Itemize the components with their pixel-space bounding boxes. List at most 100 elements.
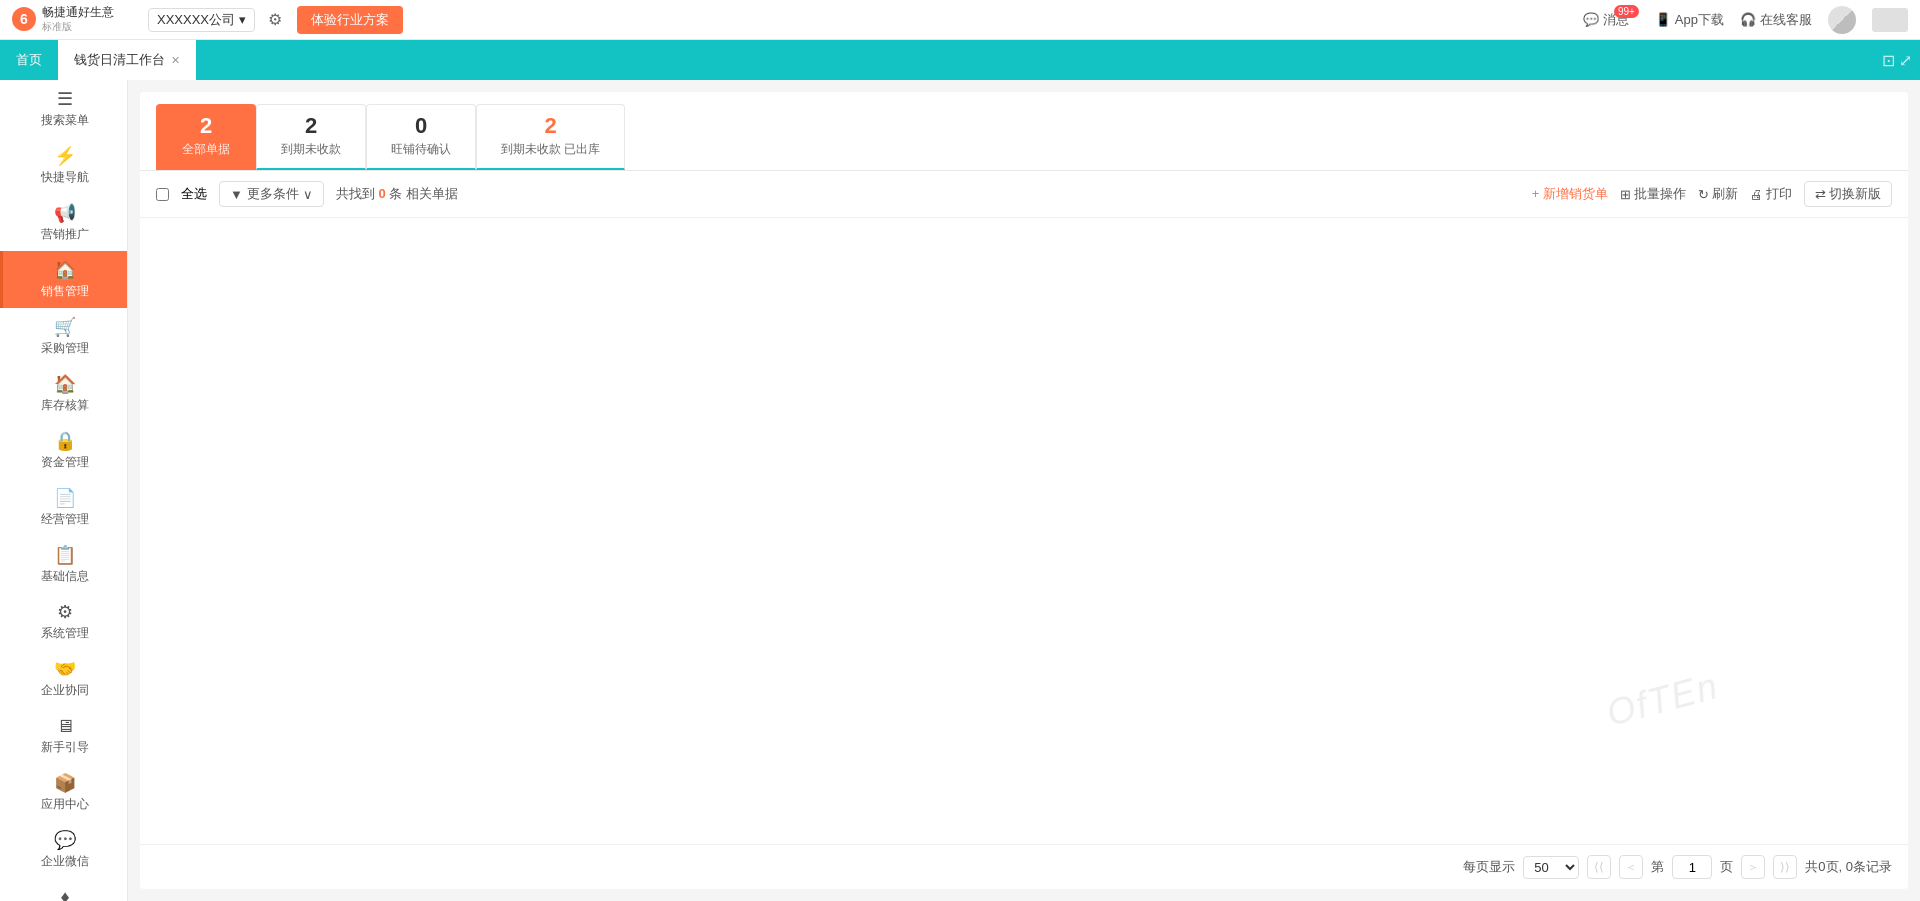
search-menu-icon: ☰ (57, 90, 73, 108)
pagination-next-button[interactable]: ＞ (1741, 855, 1765, 879)
app-download-button[interactable]: 📱 App下载 (1655, 11, 1724, 29)
print-label: 打印 (1766, 185, 1792, 203)
app-center-icon: 📦 (54, 774, 76, 792)
tab-close-icon[interactable]: ✕ (171, 54, 180, 67)
refresh-icon: ↻ (1698, 187, 1709, 202)
tab-pending[interactable]: 0 旺铺待确认 (366, 104, 476, 170)
online-service-button[interactable]: 🎧 在线客服 (1740, 11, 1812, 29)
sidebar-label-wechat: 企业微信 (41, 853, 89, 870)
experience-button[interactable]: 体验行业方案 (297, 6, 403, 34)
marketing-icon: 📢 (54, 204, 76, 222)
tab-minimize-icon[interactable]: ⊡ (1882, 51, 1895, 70)
sales-icon: 🏠 (54, 261, 76, 279)
page-suffix: 页 (1720, 858, 1733, 876)
tab-maximize-icon[interactable]: ⤢ (1899, 51, 1912, 70)
sidebar-item-operations[interactable]: 📄 经营管理 (0, 479, 127, 536)
found-suffix: 条 相关单据 (389, 186, 458, 201)
toolbar-right: + 新增销货单 ⊞ 批量操作 ↻ 刷新 🖨 打印 ⇄ (1532, 181, 1892, 207)
pagination-prev-button[interactable]: ＜ (1619, 855, 1643, 879)
sidebar-label-operations: 经营管理 (41, 511, 89, 528)
pagination: 每页显示 50 10 20 100 ⟨⟨ ＜ 第 页 ＞ ⟩⟩ 共0页, 0条记… (140, 844, 1908, 889)
switch-version-button[interactable]: ⇄ 切换新版 (1804, 181, 1892, 207)
select-all-checkbox[interactable] (156, 188, 169, 201)
header-right: 💬 消息 99+ 📱 App下载 🎧 在线客服 (1583, 6, 1908, 34)
sidebar-item-member[interactable]: ♦ 畅会员 (0, 878, 127, 901)
refresh-label: 刷新 (1712, 185, 1738, 203)
page-input[interactable] (1672, 855, 1712, 879)
tab-shipped[interactable]: 2 到期未收款 已出库 (476, 104, 625, 170)
sidebar-item-wechat[interactable]: 💬 企业微信 (0, 821, 127, 878)
gear-icon: ⚙ (268, 10, 282, 29)
sidebar-item-inventory[interactable]: 🏠 库存核算 (0, 365, 127, 422)
chevron-down-icon: ∨ (303, 187, 313, 202)
pagination-first-button[interactable]: ⟨⟨ (1587, 855, 1611, 879)
content-inner: 2 全部单据 2 到期未收款 0 旺铺待确认 2 到期未收款 已出库 (140, 92, 1908, 889)
sidebar-label-app-center: 应用中心 (41, 796, 89, 813)
tab-home[interactable]: 首页 (0, 40, 58, 80)
user-menu[interactable] (1872, 8, 1908, 32)
logo-text-block: 畅捷通好生意 标准版 (42, 5, 114, 33)
sidebar-item-sys-mgmt[interactable]: ⚙ 系统管理 (0, 593, 127, 650)
main-layout: ☰ 搜索菜单 ⚡ 快捷导航 📢 营销推广 🏠 销售管理 🛒 采购管理 🏠 库存核… (0, 80, 1920, 901)
chevron-down-icon: ▾ (239, 12, 246, 27)
sidebar-label-enterprise: 企业协同 (41, 682, 89, 699)
sidebar: ☰ 搜索菜单 ⚡ 快捷导航 📢 营销推广 🏠 销售管理 🛒 采购管理 🏠 库存核… (0, 80, 128, 901)
message-button[interactable]: 💬 消息 99+ (1583, 11, 1629, 29)
logo-title: 畅捷通好生意 (42, 5, 114, 19)
per-page-select[interactable]: 50 10 20 100 (1523, 856, 1579, 879)
logo-area: 6 畅捷通好生意 标准版 (12, 5, 140, 33)
sidebar-item-sales-mgmt[interactable]: 🏠 销售管理 (0, 251, 127, 308)
tab-all-label: 全部单据 (182, 141, 230, 158)
top-header: 6 畅捷通好生意 标准版 XXXXXX公司 ▾ ⚙ 体验行业方案 💬 消息 99… (0, 0, 1920, 40)
select-all-label: 全选 (181, 185, 207, 203)
sidebar-item-app-center[interactable]: 📦 应用中心 (0, 764, 127, 821)
sidebar-item-search-menu[interactable]: ☰ 搜索菜单 (0, 80, 127, 137)
sidebar-label-inventory: 库存核算 (41, 397, 89, 414)
company-selector[interactable]: XXXXXX公司 ▾ (148, 8, 255, 32)
more-filter-button[interactable]: ▼ 更多条件 ∨ (219, 181, 324, 207)
tab-shipped-label: 到期未收款 已出库 (501, 141, 600, 158)
sidebar-label-purchase-mgmt: 采购管理 (41, 340, 89, 357)
service-icon: 🎧 (1740, 12, 1756, 27)
sidebar-item-quick-nav[interactable]: ⚡ 快捷导航 (0, 137, 127, 194)
total-info: 共0页, 0条记录 (1805, 858, 1892, 876)
batch-operation-button[interactable]: ⊞ 批量操作 (1620, 185, 1686, 203)
tab-overdue[interactable]: 2 到期未收款 (256, 104, 366, 170)
message-icon: 💬 (1583, 12, 1599, 27)
sidebar-item-marketing[interactable]: 📢 营销推广 (0, 194, 127, 251)
tab-all-orders[interactable]: 2 全部单据 (156, 104, 256, 170)
sidebar-item-enterprise[interactable]: 🤝 企业协同 (0, 650, 127, 707)
batch-label: 批量操作 (1634, 185, 1686, 203)
tab-home-label: 首页 (16, 51, 42, 69)
refresh-button[interactable]: ↻ 刷新 (1698, 185, 1738, 203)
enterprise-icon: 🤝 (54, 660, 76, 678)
found-count: 0 (379, 186, 386, 201)
sys-mgmt-icon: ⚙ (57, 603, 73, 621)
purchase-icon: 🛒 (54, 318, 76, 336)
avatar[interactable] (1828, 6, 1856, 34)
switch-icon: ⇄ (1815, 187, 1826, 202)
tab-pending-count: 0 (415, 113, 427, 139)
sidebar-item-basic-info[interactable]: 📋 基础信息 (0, 536, 127, 593)
batch-icon: ⊞ (1620, 187, 1631, 202)
tab-work[interactable]: 钱货日清工作台 ✕ (58, 40, 196, 80)
tab-work-label: 钱货日清工作台 (74, 51, 165, 69)
add-sales-order-button[interactable]: + 新增销货单 (1532, 185, 1608, 203)
message-badge: 99+ (1614, 5, 1639, 18)
sidebar-item-purchase-mgmt[interactable]: 🛒 采购管理 (0, 308, 127, 365)
operations-icon: 📄 (54, 489, 76, 507)
inventory-icon: 🏠 (54, 375, 76, 393)
settings-button[interactable]: ⚙ (261, 6, 289, 34)
pagination-last-button[interactable]: ⟩⟩ (1773, 855, 1797, 879)
sidebar-label-finance: 资金管理 (41, 454, 89, 471)
toolbar: 全选 ▼ 更多条件 ∨ 共找到 0 条 相关单据 + 新增销货单 ⊞ 批量操作 (140, 171, 1908, 218)
found-prefix: 共找到 (336, 186, 375, 201)
sidebar-label-basic-info: 基础信息 (41, 568, 89, 585)
wechat-icon: 💬 (54, 831, 76, 849)
company-name: XXXXXX公司 (157, 11, 235, 29)
filter-label: 更多条件 (247, 185, 299, 203)
print-button[interactable]: 🖨 打印 (1750, 185, 1792, 203)
sidebar-item-finance[interactable]: 🔒 资金管理 (0, 422, 127, 479)
sidebar-item-guide[interactable]: 🖥 新手引导 (0, 707, 127, 764)
tab-shipped-count: 2 (545, 113, 557, 139)
